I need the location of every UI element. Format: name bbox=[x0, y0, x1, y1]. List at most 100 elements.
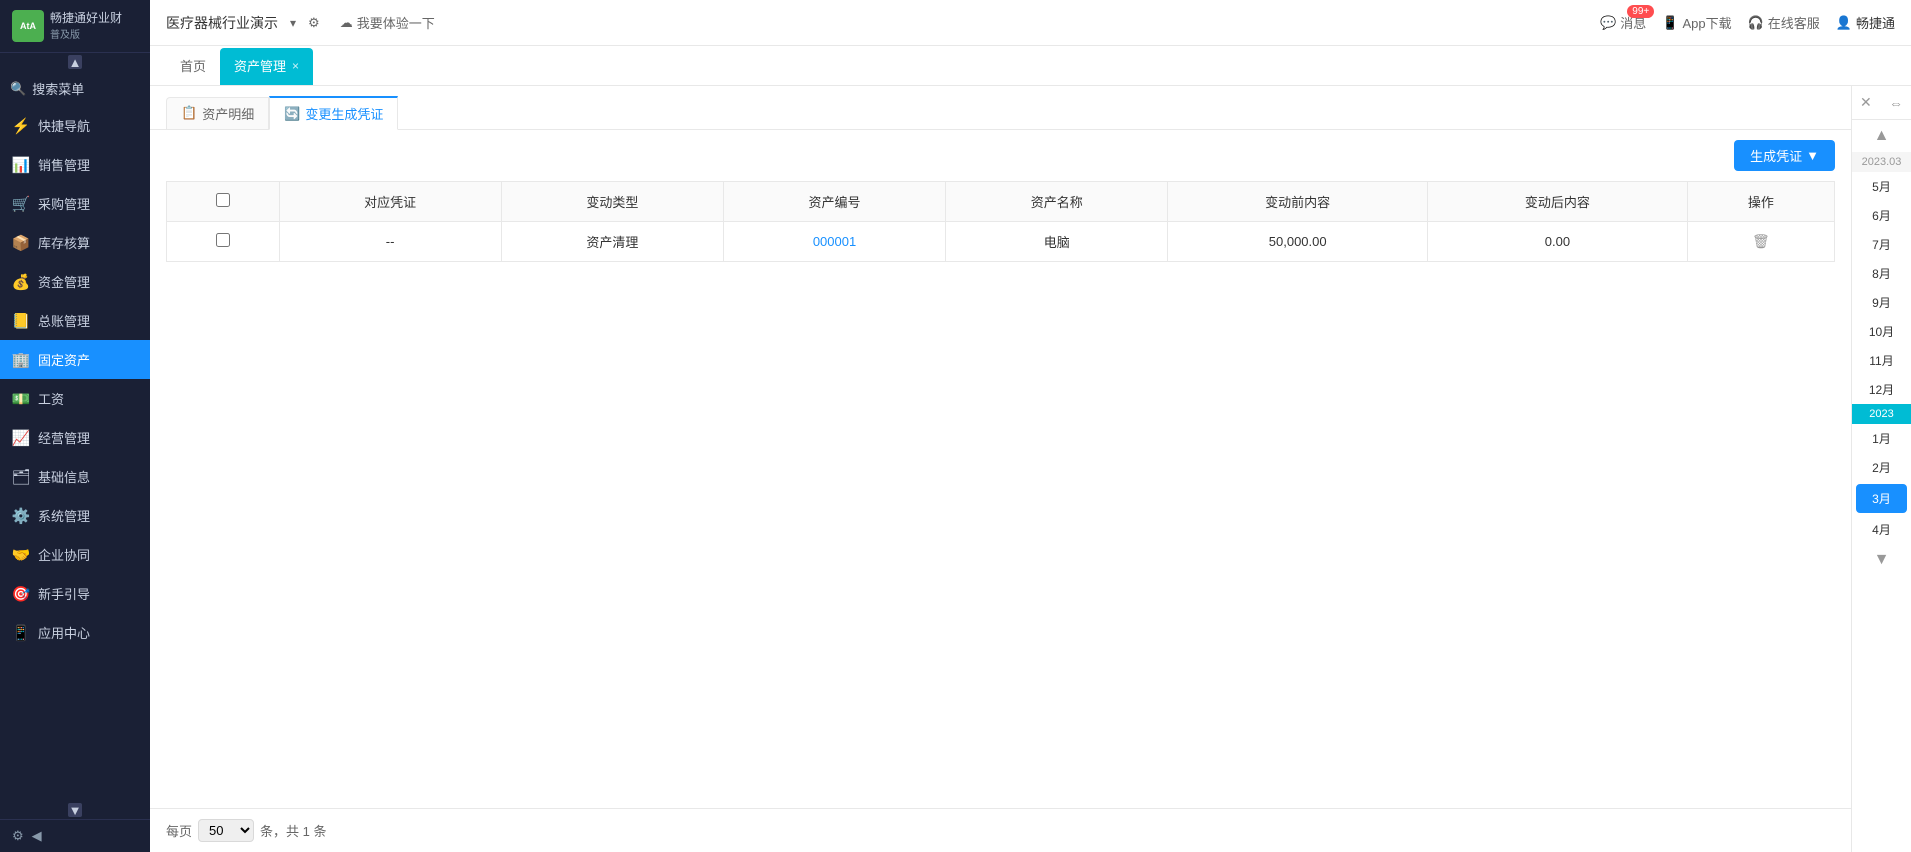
app-download-label: App下载 bbox=[1682, 13, 1731, 32]
date-month-1[interactable]: 1月 bbox=[1852, 424, 1911, 453]
panel-expand-btn[interactable]: ⇔ bbox=[1889, 95, 1903, 111]
delete-btn[interactable]: 🗑 bbox=[1752, 233, 1770, 249]
date-up-btn[interactable]: ▲ bbox=[1870, 124, 1894, 148]
table-toolbar: 生成凭证 ▼ bbox=[150, 130, 1851, 181]
date-nav-down[interactable]: ▼ bbox=[1852, 544, 1911, 576]
purchase-icon: 🛒 bbox=[12, 195, 30, 213]
tab-home-label: 首页 bbox=[180, 56, 206, 75]
sub-tab-change-voucher[interactable]: 🔄 变更生成凭证 bbox=[269, 96, 398, 130]
scroll-down-btn[interactable]: ▼ bbox=[68, 803, 82, 817]
change-voucher-icon: 🔄 bbox=[284, 106, 300, 122]
total-label: 条，共 1 条 bbox=[260, 821, 326, 840]
date-month-11[interactable]: 11月 bbox=[1852, 346, 1911, 375]
row-checkbox[interactable] bbox=[216, 233, 230, 247]
date-month-10[interactable]: 10月 bbox=[1852, 317, 1911, 346]
sidebar-search[interactable]: 🔍 搜索菜单 bbox=[0, 71, 150, 106]
nav-label-ledger: 总账管理 bbox=[38, 311, 90, 330]
asset-table: 对应凭证 变动类型 资产编号 资产名称 变动前内容 变动后内容 操作 bbox=[166, 181, 1835, 262]
collab-icon: 🤝 bbox=[12, 546, 30, 564]
settings-btn[interactable]: ⚙ bbox=[12, 828, 24, 844]
nav-label-guide: 新手引导 bbox=[38, 584, 90, 603]
sub-tab-asset-detail-label: 资产明细 bbox=[202, 104, 254, 123]
customer-service-btn[interactable]: 🎧 在线客服 bbox=[1748, 13, 1820, 32]
sidebar-item-ledger[interactable]: 📒 总账管理 bbox=[0, 301, 150, 340]
page-size-select[interactable]: 10 20 50 100 bbox=[198, 819, 254, 842]
sidebar-item-sales[interactable]: 📊 销售管理 bbox=[0, 145, 150, 184]
app-logo-icon: AtA bbox=[12, 10, 44, 42]
messages-btn[interactable]: 💬 消息 99+ bbox=[1600, 13, 1646, 32]
title-dropdown-icon[interactable]: ▾ bbox=[290, 16, 296, 30]
sidebar-bottom: ⚙ ◀ bbox=[0, 819, 150, 852]
search-icon: 🔍 bbox=[10, 81, 26, 97]
basic-icon: 🗂 bbox=[12, 468, 30, 486]
select-all-checkbox[interactable] bbox=[216, 193, 230, 207]
messages-icon: 💬 bbox=[1600, 15, 1616, 31]
tab-home[interactable]: 首页 bbox=[166, 48, 220, 85]
sidebar-item-purchase[interactable]: 🛒 采购管理 bbox=[0, 184, 150, 223]
date-down-btn[interactable]: ▼ bbox=[1870, 548, 1894, 572]
tab-close-btn[interactable]: × bbox=[292, 59, 299, 73]
sidebar-item-system[interactable]: ⚙️ 系统管理 bbox=[0, 496, 150, 535]
sidebar-item-finance[interactable]: 💰 资金管理 bbox=[0, 262, 150, 301]
scroll-up-btn[interactable]: ▲ bbox=[68, 55, 82, 69]
panel-close-btn[interactable]: ✕ bbox=[1860, 94, 1872, 111]
sidebar-item-operations[interactable]: 📈 经营管理 bbox=[0, 418, 150, 457]
generate-voucher-label: 生成凭证 bbox=[1750, 146, 1802, 165]
app-download-btn[interactable]: 📱 App下载 bbox=[1662, 13, 1731, 32]
generate-voucher-btn[interactable]: 生成凭证 ▼ bbox=[1734, 140, 1835, 171]
nav-label-apps: 应用中心 bbox=[38, 623, 90, 642]
generate-voucher-dropdown-icon: ▼ bbox=[1806, 148, 1819, 163]
sub-tab-asset-detail[interactable]: 📋 资产明细 bbox=[166, 97, 269, 129]
topbar-right: 💬 消息 99+ 📱 App下载 🎧 在线客服 👤 畅捷通 bbox=[1600, 13, 1895, 32]
sidebar-item-apps[interactable]: 📱 应用中心 bbox=[0, 613, 150, 652]
row-after-change: 0.00 bbox=[1428, 222, 1688, 262]
username-label: 畅捷通 bbox=[1856, 13, 1895, 32]
app-edition: 普及版 bbox=[50, 26, 122, 41]
user-icon: 👤 bbox=[1836, 15, 1852, 31]
content-area: 📋 资产明细 🔄 变更生成凭证 生成凭证 ▼ bbox=[150, 86, 1911, 852]
col-voucher: 对应凭证 bbox=[279, 182, 501, 222]
date-month-5[interactable]: 5月 bbox=[1852, 172, 1911, 201]
sidebar-item-collab[interactable]: 🤝 企业协同 bbox=[0, 535, 150, 574]
date-month-8[interactable]: 8月 bbox=[1852, 259, 1911, 288]
row-change-type: 资产清理 bbox=[501, 222, 723, 262]
sidebar: AtA 畅捷通好业财 普及版 ▲ 🔍 搜索菜单 ⚡ 快捷导航 📊 销售管理 🛒 … bbox=[0, 0, 150, 852]
app-name: 畅捷通好业财 bbox=[50, 11, 122, 27]
inventory-icon: 📦 bbox=[12, 234, 30, 252]
date-nav-up[interactable]: ▲ bbox=[1852, 120, 1911, 152]
date-month-6[interactable]: 6月 bbox=[1852, 201, 1911, 230]
nav-label-collab: 企业协同 bbox=[38, 545, 90, 564]
pagination: 每页 10 20 50 100 条，共 1 条 bbox=[150, 808, 1851, 852]
date-month-7[interactable]: 7月 bbox=[1852, 230, 1911, 259]
tab-asset-management[interactable]: 资产管理 × bbox=[220, 48, 313, 85]
quick-nav-icon: ⚡ bbox=[12, 117, 30, 135]
nav-label-sales: 销售管理 bbox=[38, 155, 90, 174]
date-month-3-active[interactable]: 3月 bbox=[1856, 484, 1907, 513]
feedback-btn[interactable]: ☁ 我要体验一下 bbox=[340, 13, 435, 32]
col-after-change: 变动后内容 bbox=[1428, 182, 1688, 222]
date-month-12[interactable]: 12月 bbox=[1852, 375, 1911, 404]
system-icon: ⚙️ bbox=[12, 507, 30, 525]
sidebar-item-quick-nav[interactable]: ⚡ 快捷导航 bbox=[0, 106, 150, 145]
table-wrap: 对应凭证 变动类型 资产编号 资产名称 变动前内容 变动后内容 操作 bbox=[150, 181, 1851, 808]
ledger-icon: 📒 bbox=[12, 312, 30, 330]
sidebar-item-guide[interactable]: 🎯 新手引导 bbox=[0, 574, 150, 613]
sidebar-item-fixed-assets[interactable]: 🏢 固定资产 bbox=[0, 340, 150, 379]
topbar-settings-icon[interactable]: ⚙ bbox=[308, 15, 320, 31]
headset-icon: 🎧 bbox=[1748, 15, 1764, 31]
collapse-btn[interactable]: ◀ bbox=[32, 828, 42, 844]
date-panel-header: ✕ ⇔ bbox=[1852, 86, 1911, 120]
guide-icon: 🎯 bbox=[12, 585, 30, 603]
nav-label-finance: 资金管理 bbox=[38, 272, 90, 291]
date-month-4[interactable]: 4月 bbox=[1852, 515, 1911, 544]
sidebar-item-inventory[interactable]: 📦 库存核算 bbox=[0, 223, 150, 262]
sidebar-item-payroll[interactable]: 💵 工资 bbox=[0, 379, 150, 418]
sub-tabs: 📋 资产明细 🔄 变更生成凭证 bbox=[150, 86, 1851, 130]
table-header-row: 对应凭证 变动类型 资产编号 资产名称 变动前内容 变动后内容 操作 bbox=[167, 182, 1835, 222]
user-btn[interactable]: 👤 畅捷通 bbox=[1836, 13, 1895, 32]
payroll-icon: 💵 bbox=[12, 390, 30, 408]
date-month-2[interactable]: 2月 bbox=[1852, 453, 1911, 482]
col-asset-code: 资产编号 bbox=[723, 182, 945, 222]
date-month-9[interactable]: 9月 bbox=[1852, 288, 1911, 317]
sidebar-item-basic[interactable]: 🗂 基础信息 bbox=[0, 457, 150, 496]
